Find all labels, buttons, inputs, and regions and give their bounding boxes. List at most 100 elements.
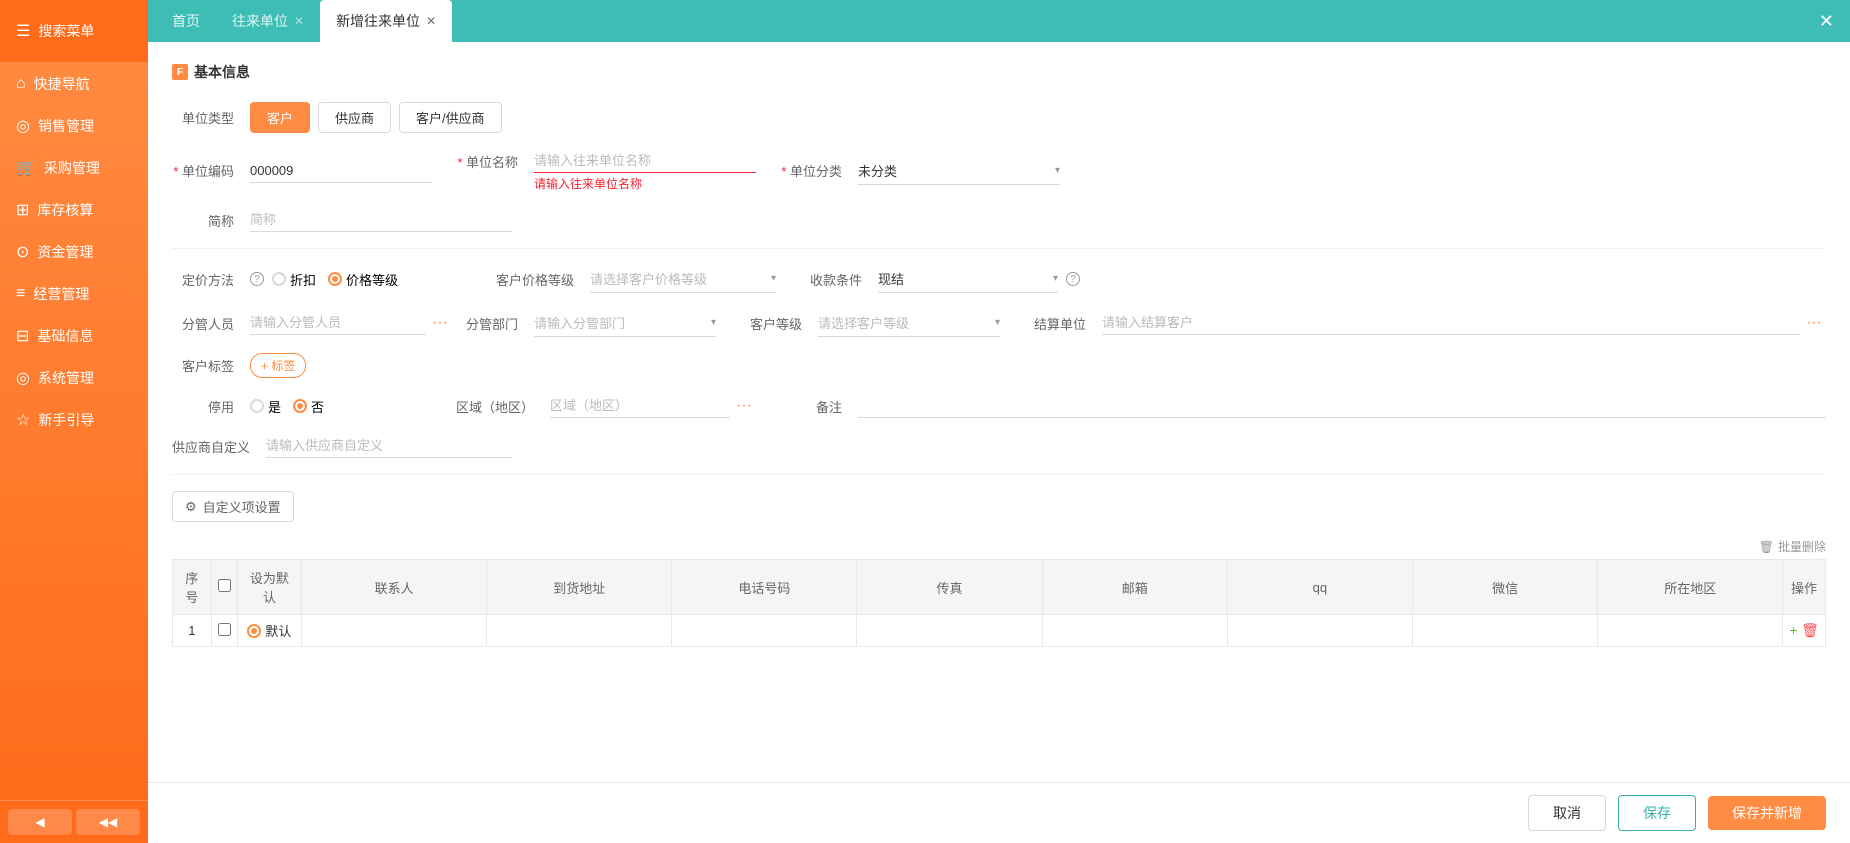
row-email-input[interactable] [1049, 623, 1221, 638]
manager-field: 分管人员 ··· [172, 311, 432, 335]
remark-input[interactable] [858, 394, 1826, 418]
col-address: 到货地址 [487, 560, 672, 615]
sidebar-item-operations[interactable]: ≡ 经营管理 [0, 273, 148, 315]
sidebar-collapse-btn[interactable]: ◀ [8, 809, 72, 835]
tab-partner-list-close[interactable]: ✕ [294, 14, 304, 28]
unit-name-label: 单位名称 [456, 152, 526, 171]
row-phone[interactable] [672, 615, 857, 647]
payment-terms-select[interactable]: 现结 ▾ [878, 265, 1058, 293]
row-location-input[interactable] [1604, 623, 1776, 638]
pricing-row: 定价方法 ? 折扣 价格等级 客户价格等级 请选择客户价格等级 [172, 265, 1826, 293]
settlement-unit-more-btn[interactable]: ··· [1802, 314, 1826, 332]
tab-home-label: 首页 [172, 11, 200, 31]
sidebar-item-sales[interactable]: ◎ 销售管理 [0, 105, 148, 147]
unit-type-both-btn[interactable]: 客户/供应商 [399, 102, 502, 133]
tab-new-partner-close[interactable]: ✕ [426, 14, 436, 28]
pricing-help-icon[interactable]: ? [250, 272, 264, 286]
sidebar-item-search[interactable]: ☰ 搜索菜单 [0, 10, 148, 52]
sidebar-item-quick-nav-label: 快捷导航 [34, 74, 90, 94]
cancel-button[interactable]: 取消 [1528, 795, 1606, 831]
region-label: 区域（地区） [456, 397, 542, 416]
row-email[interactable] [1042, 615, 1227, 647]
manager-more-btn[interactable]: ··· [428, 314, 452, 332]
disable-no-radio[interactable]: 否 [293, 397, 324, 416]
sidebar-collapse-all-btn[interactable]: ◀◀ [76, 809, 140, 835]
row-phone-input[interactable] [678, 623, 850, 638]
settlement-unit-input[interactable] [1102, 311, 1800, 335]
row-qq[interactable] [1227, 615, 1412, 647]
row-default-circle [247, 624, 261, 638]
customer-price-level-select[interactable]: 请选择客户价格等级 ▾ [590, 265, 776, 293]
customer-level-select[interactable]: 请选择客户等级 ▾ [818, 309, 1000, 337]
custom-settings-button[interactable]: ⚙ 自定义项设置 [172, 491, 294, 522]
row-fax[interactable] [857, 615, 1042, 647]
pricing-discount-radio[interactable]: 折扣 [272, 270, 316, 289]
abbreviation-label: 简称 [172, 211, 242, 230]
row-location[interactable] [1598, 615, 1783, 647]
col-qq: qq [1227, 560, 1412, 615]
abbreviation-input[interactable] [250, 208, 512, 232]
customer-level-field: 客户等级 请选择客户等级 ▾ [740, 309, 1000, 337]
supplier-custom-input[interactable] [266, 434, 512, 458]
col-action: 操作 [1783, 560, 1826, 615]
payment-terms-help-icon[interactable]: ? [1066, 272, 1080, 286]
unit-category-value: 未分类 [858, 161, 897, 180]
row-contact[interactable] [302, 615, 487, 647]
row-add-btn[interactable]: + [1789, 622, 1797, 638]
disable-yes-circle [250, 399, 264, 413]
unit-category-select[interactable]: 未分类 ▾ [858, 157, 1060, 185]
col-contact: 联系人 [302, 560, 487, 615]
row-address-input[interactable] [493, 623, 665, 638]
settlement-unit-input-wrapper: ··· [1102, 311, 1826, 335]
region-input[interactable] [550, 394, 730, 418]
pricing-method-label: 定价方法 [172, 270, 242, 289]
row-fax-input[interactable] [863, 623, 1035, 638]
sidebar-item-system[interactable]: ◎ 系统管理 [0, 357, 148, 399]
row-qq-input[interactable] [1234, 623, 1406, 638]
basics-icon: ⊟ [16, 326, 29, 346]
row-contact-input[interactable] [308, 623, 480, 638]
select-all-checkbox[interactable] [218, 579, 231, 592]
sidebar-item-newcomer[interactable]: ☆ 新手引导 [0, 399, 148, 441]
sidebar-item-quick-nav[interactable]: ⌂ 快捷导航 [0, 63, 148, 105]
manager-row: 分管人员 ··· 分管部门 请输入分管部门 ▾ 客户等级 请选择客户等级 ▾ [172, 309, 1826, 337]
sidebar-item-inventory[interactable]: ⊞ 库存核算 [0, 189, 148, 231]
tags-field: 客户标签 + 标签 [172, 353, 1826, 378]
row-wechat[interactable] [1413, 615, 1598, 647]
sidebar-item-purchase[interactable]: 🛒 采购管理 [0, 147, 148, 189]
disable-field: 停用 是 否 [172, 397, 432, 416]
settlement-unit-field: 结算单位 ··· [1024, 311, 1826, 335]
unit-code-input[interactable] [250, 159, 432, 183]
tags-row: 客户标签 + 标签 [172, 353, 1826, 378]
table-section: 🗑 批量删除 序号 设为默认 联系人 到货地址 电话号码 传真 邮箱 qq [172, 538, 1826, 647]
main-area: 首页 往来单位 ✕ 新增往来单位 ✕ ✕ F 基本信息 单位类型 客户 供应商 … [148, 0, 1850, 843]
unit-type-customer-btn[interactable]: 客户 [250, 102, 310, 133]
sidebar-item-finance[interactable]: ⊙ 资金管理 [0, 231, 148, 273]
department-select[interactable]: 请输入分管部门 ▾ [534, 309, 716, 337]
unit-name-input[interactable] [534, 149, 756, 173]
save-button[interactable]: 保存 [1618, 795, 1696, 831]
manager-input[interactable] [250, 311, 426, 335]
save-and-new-button[interactable]: 保存并新增 [1708, 796, 1826, 830]
window-close-button[interactable]: ✕ [1811, 11, 1842, 32]
add-tag-button[interactable]: + 标签 [250, 353, 306, 378]
tab-home[interactable]: 首页 [156, 0, 216, 42]
col-location: 所在地区 [1598, 560, 1783, 615]
row-delete-btn[interactable]: 🗑 [1801, 622, 1819, 639]
row-default-radio[interactable]: 默认 [244, 621, 295, 640]
sidebar-item-basics-label: 基础信息 [37, 326, 93, 346]
row-wechat-input[interactable] [1419, 623, 1591, 638]
pricing-level-radio[interactable]: 价格等级 [328, 270, 398, 289]
pricing-discount-circle [272, 272, 286, 286]
row-checkbox[interactable] [218, 623, 231, 636]
sidebar-item-basics[interactable]: ⊟ 基础信息 [0, 315, 148, 357]
tab-new-partner[interactable]: 新增往来单位 ✕ [320, 0, 452, 42]
chevron-down-icon2: ▾ [771, 273, 776, 284]
region-more-btn[interactable]: ··· [732, 397, 756, 415]
unit-type-label: 单位类型 [172, 108, 242, 127]
row-address[interactable] [487, 615, 672, 647]
contacts-table: 序号 设为默认 联系人 到货地址 电话号码 传真 邮箱 qq 微信 所在地区 操… [172, 559, 1826, 647]
disable-yes-radio[interactable]: 是 [250, 397, 281, 416]
unit-type-supplier-btn[interactable]: 供应商 [318, 102, 391, 133]
tab-partner-list[interactable]: 往来单位 ✕ [216, 0, 320, 42]
